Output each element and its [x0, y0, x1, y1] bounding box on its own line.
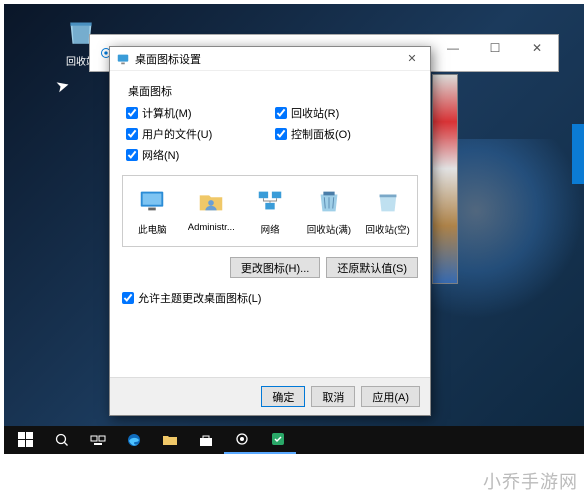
desktop-icons-checkboxes: 计算机(M) 回收站(R) 用户的文件(U) 控制面板(O) 网络(N) — [122, 105, 418, 163]
icon-preview-box: 此电脑 Administr... 网络 回收站(满) 回收站(空) — [122, 175, 418, 247]
icon-this-pc[interactable]: 此电脑 — [129, 186, 176, 236]
checkbox-user-files[interactable]: 用户的文件(U) — [126, 126, 265, 142]
change-icon-button[interactable]: 更改图标(H)... — [230, 257, 320, 278]
taskbar — [4, 426, 584, 454]
monitor-icon — [116, 52, 130, 66]
task-view-icon — [90, 432, 106, 448]
apply-button[interactable]: 应用(A) — [361, 386, 420, 407]
search-icon — [54, 432, 70, 448]
desktop-icon-settings-dialog: 桌面图标设置 ✕ 桌面图标 计算机(M) 回收站(R) 用户的文件(U) 控制面… — [109, 46, 431, 416]
network-icon — [255, 186, 285, 216]
restore-defaults-button[interactable]: 还原默认值(S) — [326, 257, 418, 278]
watermark-text: 小乔手游网 — [483, 468, 578, 494]
taskbar-edge[interactable] — [116, 426, 152, 454]
cancel-button[interactable]: 取消 — [311, 386, 355, 407]
minimize-button[interactable]: — — [432, 35, 474, 61]
recycle-full-icon — [314, 186, 344, 216]
settings-taskbar-icon — [234, 431, 250, 447]
checkbox-computer[interactable]: 计算机(M) — [126, 105, 265, 121]
checkbox-control-panel[interactable]: 控制面板(O) — [275, 126, 414, 142]
dialog-titlebar[interactable]: 桌面图标设置 ✕ — [110, 47, 430, 71]
desktop-accent-bar — [572, 124, 584, 184]
taskbar-settings[interactable] — [224, 426, 260, 454]
user-folder-icon — [196, 186, 226, 216]
app-icon — [270, 431, 286, 447]
folder-icon — [162, 432, 178, 448]
checkbox-recycle[interactable]: 回收站(R) — [275, 105, 414, 121]
close-button[interactable]: ✕ — [516, 35, 558, 61]
taskbar-running-app[interactable] — [260, 426, 296, 454]
desktop: 回收站 ➤ 设置 — ☐ ✕ 桌面图标设置 ✕ 桌面图标 计算机(M) 回收站(… — [4, 4, 584, 454]
store-icon — [198, 432, 214, 448]
icon-recycle-empty[interactable]: 回收站(空) — [364, 186, 411, 236]
settings-window-controls: — ☐ ✕ — [432, 35, 558, 61]
taskbar-store[interactable] — [188, 426, 224, 454]
taskbar-task-view[interactable] — [80, 426, 116, 454]
dialog-title: 桌面图标设置 — [135, 51, 201, 67]
start-button[interactable] — [8, 426, 44, 454]
checkbox-allow-themes[interactable]: 允许主题更改桌面图标(L) — [122, 290, 418, 306]
computer-icon — [137, 186, 167, 216]
recycle-empty-icon — [373, 186, 403, 216]
ok-button[interactable]: 确定 — [261, 386, 305, 407]
taskbar-search[interactable] — [44, 426, 80, 454]
section-label: 桌面图标 — [128, 83, 418, 99]
windows-logo-icon — [18, 432, 34, 448]
dialog-button-row: 确定 取消 应用(A) — [110, 377, 430, 415]
edge-browser-icon — [126, 432, 142, 448]
maximize-button[interactable]: ☐ — [474, 35, 516, 61]
dialog-close-button[interactable]: ✕ — [400, 52, 424, 65]
icon-network[interactable]: 网络 — [247, 186, 294, 236]
icon-recycle-full[interactable]: 回收站(满) — [306, 186, 353, 236]
icon-user-folder[interactable]: Administr... — [188, 186, 235, 236]
taskbar-file-explorer[interactable] — [152, 426, 188, 454]
window-preview-strip — [432, 74, 458, 284]
checkbox-network[interactable]: 网络(N) — [126, 147, 265, 163]
